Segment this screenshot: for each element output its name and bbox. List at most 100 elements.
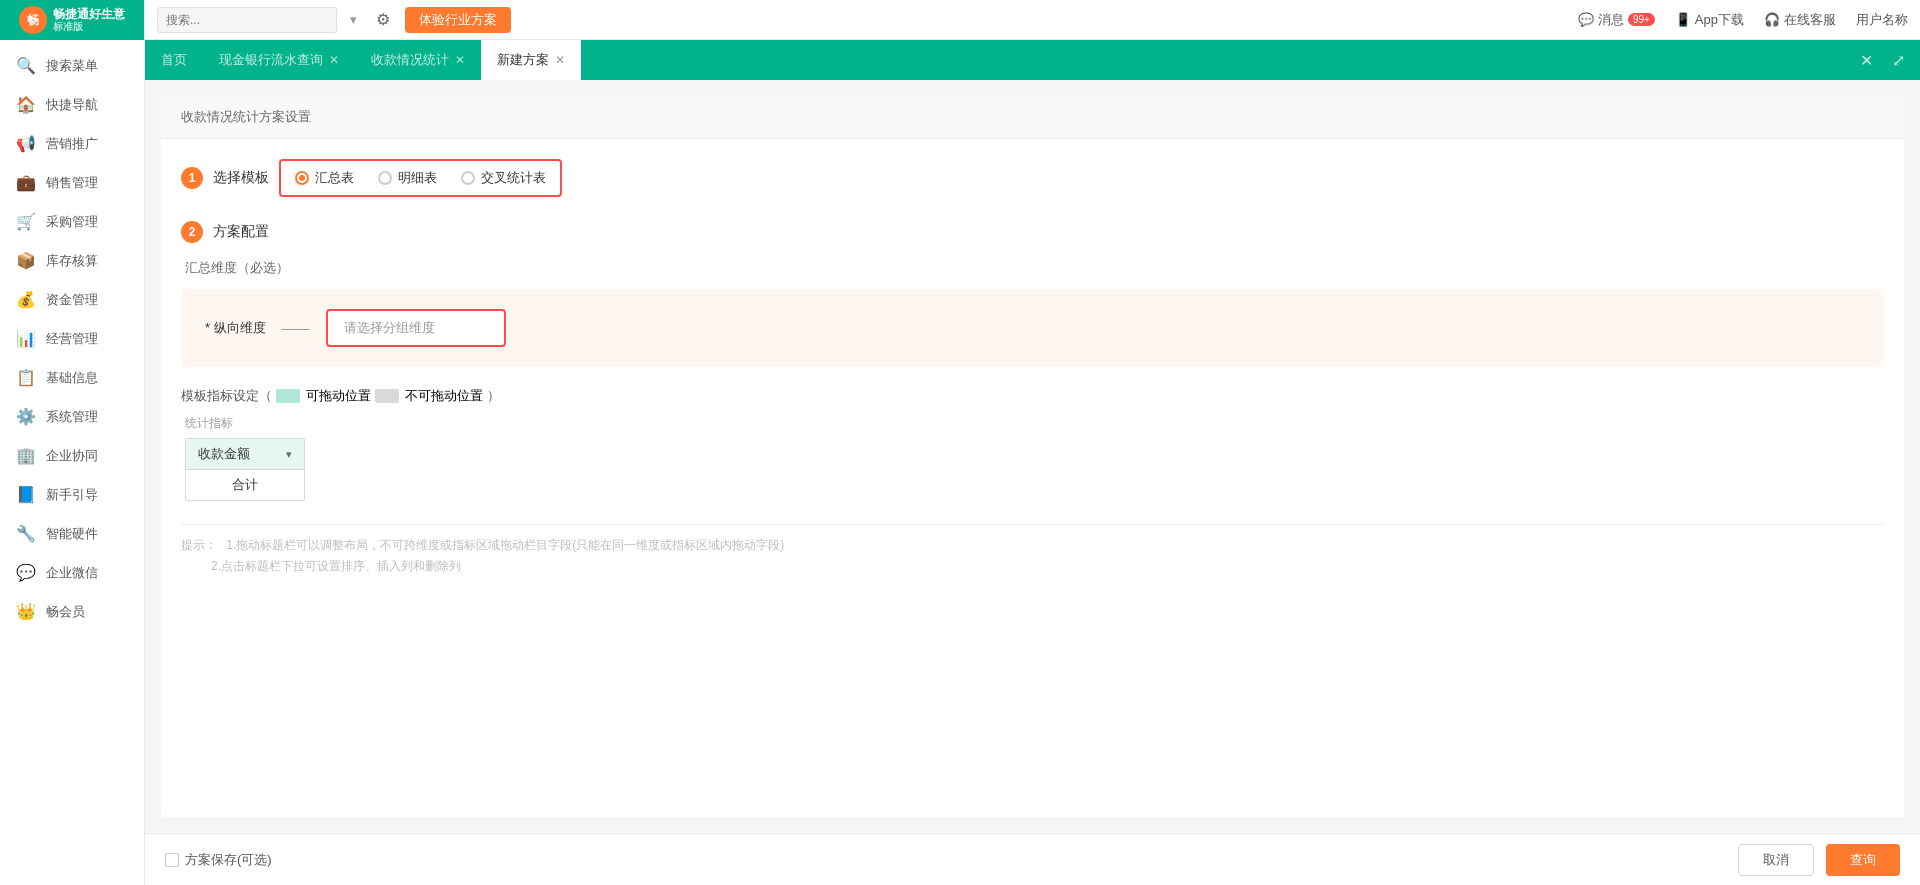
radio-circle-1 (378, 171, 392, 185)
sidebar-label-10: 企业协同 (46, 447, 98, 465)
top-bar-left: ▾ ⚙ 体验行业方案 (157, 6, 1578, 34)
metrics-table-area: 统计指标 收款金额 ▾ 合计 (185, 415, 1884, 504)
tab-label-2: 收款情况统计 (371, 51, 449, 69)
sidebar-item-7[interactable]: 📊经营管理 (0, 319, 144, 358)
radio-circle-2 (461, 171, 475, 185)
top-bar-right: 💬 消息 99+ 📱 App下载 🎧 在线客服 用户名称 (1578, 11, 1908, 29)
metrics-setting-label: 模板指标设定（ (181, 387, 272, 405)
logo-icon: 畅 (19, 6, 47, 34)
sidebar-item-3[interactable]: 💼 销售管理 (0, 163, 144, 202)
tab-close-2[interactable]: ✕ (455, 54, 465, 66)
page-footer: 方案保存(可选) 取消 查询 (145, 833, 1920, 885)
sidebar-item-1[interactable]: 🏠 快捷导航 (0, 85, 144, 124)
tab-expand-btn[interactable]: ⤢ (1884, 46, 1912, 74)
sidebar-icon-1: 🏠 (16, 95, 36, 114)
radio-label-0: 汇总表 (315, 169, 354, 187)
tab-label-1: 现金银行流水查询 (219, 51, 323, 69)
tab-3[interactable]: 新建方案✕ (481, 40, 581, 80)
step1-header: 1 选择模板 汇总表 明细表 交叉统计表 (181, 159, 1884, 197)
tab-2[interactable]: 收款情况统计 ✕ (355, 40, 481, 80)
sidebar-label-0: 搜索菜单 (46, 57, 98, 75)
step2-title: 方案配置 (213, 223, 269, 241)
metrics-legend-row: 模板指标设定（ 可拖动位置 不可拖动位置 ） (181, 387, 1884, 405)
tab-1[interactable]: 现金银行流水查询 ✕ (203, 40, 355, 80)
tab-bar: 首页现金银行流水查询✕收款情况统计✕新建方案✕ ✕ ⤢ (145, 40, 1920, 80)
sidebar-item-8[interactable]: 📋基础信息 (0, 358, 144, 397)
sidebar-label-11: 新手引导 (46, 486, 98, 504)
sidebar-icon-3: 💼 (16, 173, 36, 192)
tab-close-3[interactable]: ✕ (555, 54, 565, 66)
industry-btn[interactable]: 体验行业方案 (405, 7, 511, 33)
main-content: 收款情况统计方案设置 1 选择模板 汇总表 明细表 交叉统计表 2 (145, 80, 1920, 885)
sidebar-item-11[interactable]: 📘新手引导 (0, 475, 144, 514)
hint2: 2.点击标题栏下拉可设置排序、插入列和删除列 (181, 558, 1884, 575)
sidebar-logo: 畅 畅捷通好生意 标准版 (0, 0, 144, 40)
radio-label-1: 明细表 (398, 169, 437, 187)
footer-buttons: 取消 查询 (1738, 844, 1900, 876)
dimension-row-label: * 纵向维度 (205, 319, 266, 337)
sidebar-icon-2: 📢 (16, 134, 36, 153)
sidebar-label-13: 企业微信 (46, 564, 98, 582)
sidebar-icon-14: 👑 (16, 602, 36, 621)
sidebar-icon-0: 🔍 (16, 56, 36, 75)
tab-0[interactable]: 首页 (145, 40, 203, 80)
template-radio-group: 汇总表 明细表 交叉统计表 (279, 159, 562, 197)
sidebar-icon-8: 📋 (16, 368, 36, 387)
search-input[interactable] (157, 7, 337, 33)
radio-option-0[interactable]: 汇总表 (295, 169, 354, 187)
radio-option-2[interactable]: 交叉统计表 (461, 169, 546, 187)
tab-close-1[interactable]: ✕ (329, 54, 339, 66)
sidebar-item-13[interactable]: 💬企业微信 (0, 553, 144, 592)
tab-bar-actions: ✕ ⤢ (1852, 46, 1920, 74)
save-checkbox[interactable] (165, 853, 179, 867)
sidebar-item-10[interactable]: 🏢企业协同 (0, 436, 144, 475)
legend-draggable: 可拖动位置 (276, 387, 371, 405)
sidebar-item-6[interactable]: 💰资金管理 (0, 280, 144, 319)
sidebar-item-0[interactable]: 🔍 搜索菜单 (0, 46, 144, 85)
dimension-select[interactable]: 请选择分组维度 (326, 309, 506, 347)
top-bar: ▾ ⚙ 体验行业方案 💬 消息 99+ 📱 App下载 🎧 在线客服 用户名称 (145, 0, 1920, 40)
save-option[interactable]: 方案保存(可选) (165, 851, 272, 869)
tab-close-all-btn[interactable]: ✕ (1852, 46, 1880, 74)
sidebar-label-14: 畅会员 (46, 603, 85, 621)
user-name[interactable]: 用户名称 (1856, 11, 1908, 29)
settings-icon[interactable]: ⚙ (369, 6, 397, 34)
form-content: 1 选择模板 汇总表 明细表 交叉统计表 2 方案配置 汇总维度（必选） (161, 139, 1904, 619)
legend-fixed: 不可拖动位置 (375, 387, 483, 405)
download-btn[interactable]: 📱 App下载 (1675, 11, 1744, 29)
logo-text: 畅捷通好生意 标准版 (53, 7, 125, 33)
sidebar-label-3: 销售管理 (46, 174, 98, 192)
download-icon: 📱 (1675, 12, 1691, 27)
metrics-header[interactable]: 收款金额 ▾ (186, 439, 304, 470)
cancel-button[interactable]: 取消 (1738, 844, 1814, 876)
sidebar: 畅 畅捷通好生意 标准版 🔍 搜索菜单 🏠 快捷导航 📢营销推广 💼 销售管理 🛒 采购管理 📦库… (0, 0, 145, 885)
sidebar-label-4: 采购管理 (46, 213, 98, 231)
sidebar-label-6: 资金管理 (46, 291, 98, 309)
sidebar-item-2[interactable]: 📢营销推广 (0, 124, 144, 163)
metrics-dropdown-icon[interactable]: ▾ (286, 448, 292, 461)
sidebar-item-14[interactable]: 👑 畅会员 (0, 592, 144, 631)
sidebar-icon-4: 🛒 (16, 212, 36, 231)
sidebar-item-9[interactable]: ⚙️系统管理 (0, 397, 144, 436)
dimension-section-title: 汇总维度（必选） (181, 259, 1884, 277)
message-btn[interactable]: 💬 消息 99+ (1578, 11, 1655, 29)
service-btn[interactable]: 🎧 在线客服 (1764, 11, 1836, 29)
metrics-total-row: 合计 (186, 470, 304, 500)
sidebar-item-5[interactable]: 📦库存核算 (0, 241, 144, 280)
message-badge: 99+ (1628, 13, 1655, 26)
sidebar-item-4[interactable]: 🛒 采购管理 (0, 202, 144, 241)
sidebar-icon-9: ⚙️ (16, 407, 36, 426)
sidebar-label-1: 快捷导航 (46, 96, 98, 114)
dimension-arrow: —— (282, 320, 310, 336)
sidebar-label-12: 智能硬件 (46, 525, 98, 543)
sidebar-icon-12: 🔧 (16, 524, 36, 543)
search-dropdown-icon[interactable]: ▾ (345, 12, 361, 28)
radio-option-1[interactable]: 明细表 (378, 169, 437, 187)
legend-draggable-box (276, 389, 300, 403)
stats-label: 统计指标 (185, 415, 1884, 432)
step2-header: 2 方案配置 (181, 221, 1884, 243)
sidebar-item-12[interactable]: 🔧 智能硬件 (0, 514, 144, 553)
radio-circle-0 (295, 171, 309, 185)
sidebar-menu: 🔍 搜索菜单 🏠 快捷导航 📢营销推广 💼 销售管理 🛒 采购管理 📦库存核算💰资金管理📊经营管理… (0, 40, 144, 885)
query-button[interactable]: 查询 (1826, 844, 1900, 876)
